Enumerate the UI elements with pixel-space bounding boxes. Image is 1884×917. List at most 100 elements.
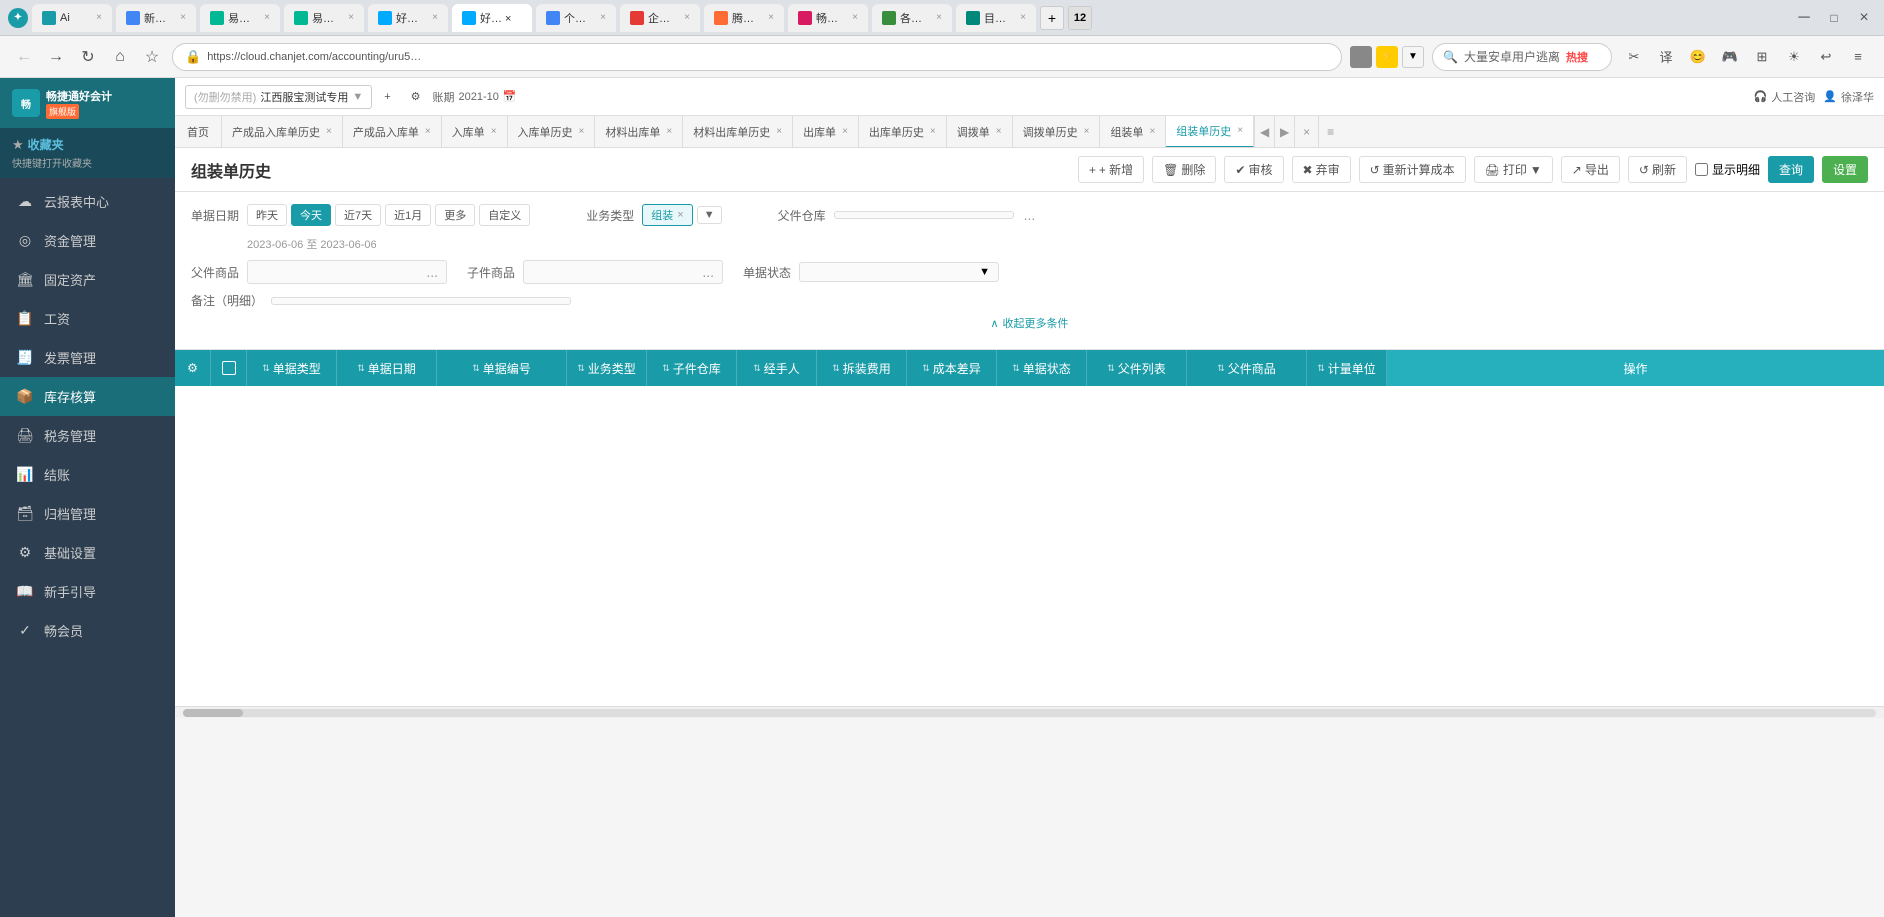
tab-close-10[interactable]: × (852, 12, 858, 23)
more-btn[interactable]: 更多 (435, 204, 475, 226)
tab-close-in-single[interactable]: × (491, 126, 497, 137)
biz-type-remove[interactable]: × (677, 209, 683, 221)
tab-close-1[interactable]: × (96, 12, 102, 23)
table-col-gear[interactable]: ⚙ (175, 350, 211, 386)
scissors-icon[interactable]: ✂ (1620, 43, 1648, 71)
home-button[interactable]: ⌂ (108, 45, 132, 69)
tab-kit[interactable]: 组装单 × (1100, 116, 1166, 148)
ext-icon-flash[interactable]: ⚡ (1376, 46, 1398, 68)
favorites-header[interactable]: ★ 收藏夹 (12, 136, 163, 153)
maximize-button[interactable]: □ (1822, 6, 1846, 30)
browser-tab-7[interactable]: 企… × (620, 4, 700, 32)
table-col-handler[interactable]: ⇅ 经手人 (737, 350, 817, 386)
parent-item-input[interactable]: ... (247, 260, 447, 284)
browser-tab-6[interactable]: 个… × (536, 4, 616, 32)
sidebar-item-archive[interactable]: 🗃 归档管理 (0, 494, 175, 533)
table-col-unit[interactable]: ⇅ 计量单位 (1307, 350, 1387, 386)
browser-tab-10[interactable]: 畅… × (788, 4, 868, 32)
sidebar-item-fixed-asset[interactable]: 🏛 固定资产 (0, 260, 175, 299)
browser-tab-8[interactable]: 好… × (452, 4, 532, 32)
sidebar-item-settle[interactable]: 📊 结账 (0, 455, 175, 494)
sidebar-item-inventory[interactable]: 📦 库存核算 (0, 377, 175, 416)
tab-kit-history[interactable]: 组装单历史 × (1166, 116, 1254, 148)
user-avatar[interactable]: 👤 徐泽华 (1823, 89, 1874, 105)
tab-close-in-history[interactable]: × (579, 126, 585, 137)
table-col-bill-no[interactable]: ⇅ 单据编号 (437, 350, 567, 386)
print-button[interactable]: 🖨 打印 ▼ (1474, 156, 1553, 183)
emoji-icon[interactable]: 😊 (1684, 43, 1712, 71)
export-button[interactable]: ↗ 导出 (1561, 156, 1620, 183)
table-col-disassemble-fee[interactable]: ⇅ 拆装费用 (817, 350, 907, 386)
horizontal-scrollbar[interactable] (175, 706, 1884, 718)
tab-assemble-history[interactable]: 调拨单历史 × (1013, 116, 1101, 148)
scroll-track[interactable] (183, 709, 1876, 717)
tab-mat-out-history[interactable]: 材料出库单历史 × (683, 116, 793, 148)
table-col-cost-diff[interactable]: ⇅ 成本差异 (907, 350, 997, 386)
url-bar[interactable]: 🔒 https://cloud.chanjet.com/accounting/u… (172, 43, 1342, 71)
minimize-button[interactable]: ─ (1792, 6, 1816, 30)
tab-scroll-right[interactable]: ▶ (1274, 116, 1294, 148)
last1month-btn[interactable]: 近1月 (385, 204, 431, 226)
tab-out-history[interactable]: 出库单历史 × (859, 116, 947, 148)
table-col-child-warehouse[interactable]: ⇅ 子件仓库 (647, 350, 737, 386)
sidebar-item-settings[interactable]: ⚙ 基础设置 (0, 533, 175, 572)
tab-close-9[interactable]: × (768, 12, 774, 23)
tab-close-all[interactable]: × (1294, 116, 1318, 148)
warehouse-input[interactable] (834, 211, 1014, 219)
bookmark-button[interactable]: ☆ (140, 45, 164, 69)
game-icon[interactable]: 🎮 (1716, 43, 1744, 71)
tab-close-prod-in-history[interactable]: × (326, 126, 332, 137)
parent-item-dots[interactable]: ... (426, 264, 438, 280)
tab-close-2[interactable]: × (180, 12, 186, 23)
tab-prod-in[interactable]: 产成品入库单 × (343, 116, 442, 148)
settings-button[interactable]: ⚙ (403, 87, 429, 106)
remark-input[interactable] (271, 297, 571, 305)
company-selector[interactable]: (勿删勿禁用) 江西服宝测试专用 ▼ (185, 85, 372, 109)
browser-tab-2[interactable]: 新… × (116, 4, 196, 32)
refresh-button[interactable]: ↻ (76, 45, 100, 69)
tab-close-mat-out[interactable]: × (666, 126, 672, 137)
add-company-button[interactable]: + (376, 88, 398, 106)
tab-close-out-history[interactable]: × (930, 126, 936, 137)
menu-icon[interactable]: ≡ (1844, 43, 1872, 71)
translate-icon[interactable]: 译 (1652, 43, 1680, 71)
tab-close-kit[interactable]: × (1149, 126, 1155, 137)
settings-page-button[interactable]: 设置 (1822, 156, 1868, 183)
last7days-btn[interactable]: 近7天 (335, 204, 381, 226)
tab-close-kit-history[interactable]: × (1237, 125, 1243, 136)
recalc-button[interactable]: ↺ 重新计算成本 (1359, 156, 1466, 183)
tab-close-4[interactable]: × (348, 12, 354, 23)
tab-out[interactable]: 出库单 × (793, 116, 859, 148)
custom-btn[interactable]: 自定义 (479, 204, 530, 226)
sidebar-item-guide[interactable]: 📖 新手引导 (0, 572, 175, 611)
tab-close-12[interactable]: × (1020, 12, 1026, 23)
customer-service-button[interactable]: 🎧 人工咨询 (1754, 89, 1816, 105)
tab-close-5[interactable]: × (432, 12, 438, 23)
tab-home[interactable]: 首页 (175, 116, 222, 148)
table-col-parent-list[interactable]: ⇅ 父件列表 (1087, 350, 1187, 386)
warehouse-dots-button[interactable]: ... (1024, 207, 1036, 223)
biz-type-dropdown[interactable]: ▼ (697, 206, 722, 224)
display-detail-checkbox[interactable] (1695, 163, 1708, 176)
tab-close-assemble-history[interactable]: × (1084, 126, 1090, 137)
sidebar-item-cloud-report[interactable]: ☁ 云报表中心 (0, 182, 175, 221)
delete-button[interactable]: 🗑 删除 (1152, 156, 1216, 183)
table-col-bill-status[interactable]: ⇅ 单据状态 (997, 350, 1087, 386)
query-button[interactable]: 查询 (1768, 156, 1814, 183)
tab-close-11[interactable]: × (936, 12, 942, 23)
collapse-button[interactable]: ∧ 收起更多条件 (191, 309, 1868, 337)
table-col-bill-date[interactable]: ⇅ 单据日期 (337, 350, 437, 386)
browser-tab-12[interactable]: 目… × (956, 4, 1036, 32)
sidebar-item-tax[interactable]: 🖨 税务管理 (0, 416, 175, 455)
sidebar-item-invoice[interactable]: 🧾 发票管理 (0, 338, 175, 377)
table-col-checkbox[interactable] (211, 350, 247, 386)
tab-close-6[interactable]: × (600, 12, 606, 23)
scroll-thumb[interactable] (183, 709, 243, 717)
abandon-button[interactable]: ✖ 弃审 (1292, 156, 1351, 183)
sidebar-item-fund[interactable]: ◎ 资金管理 (0, 221, 175, 260)
tab-mat-out[interactable]: 材料出库单 × (595, 116, 683, 148)
browser-tab-4[interactable]: 易… × (284, 4, 364, 32)
undo-icon[interactable]: ↩ (1812, 43, 1840, 71)
display-detail-toggle[interactable]: 显示明细 (1695, 161, 1760, 178)
tab-close-7[interactable]: × (684, 12, 690, 23)
